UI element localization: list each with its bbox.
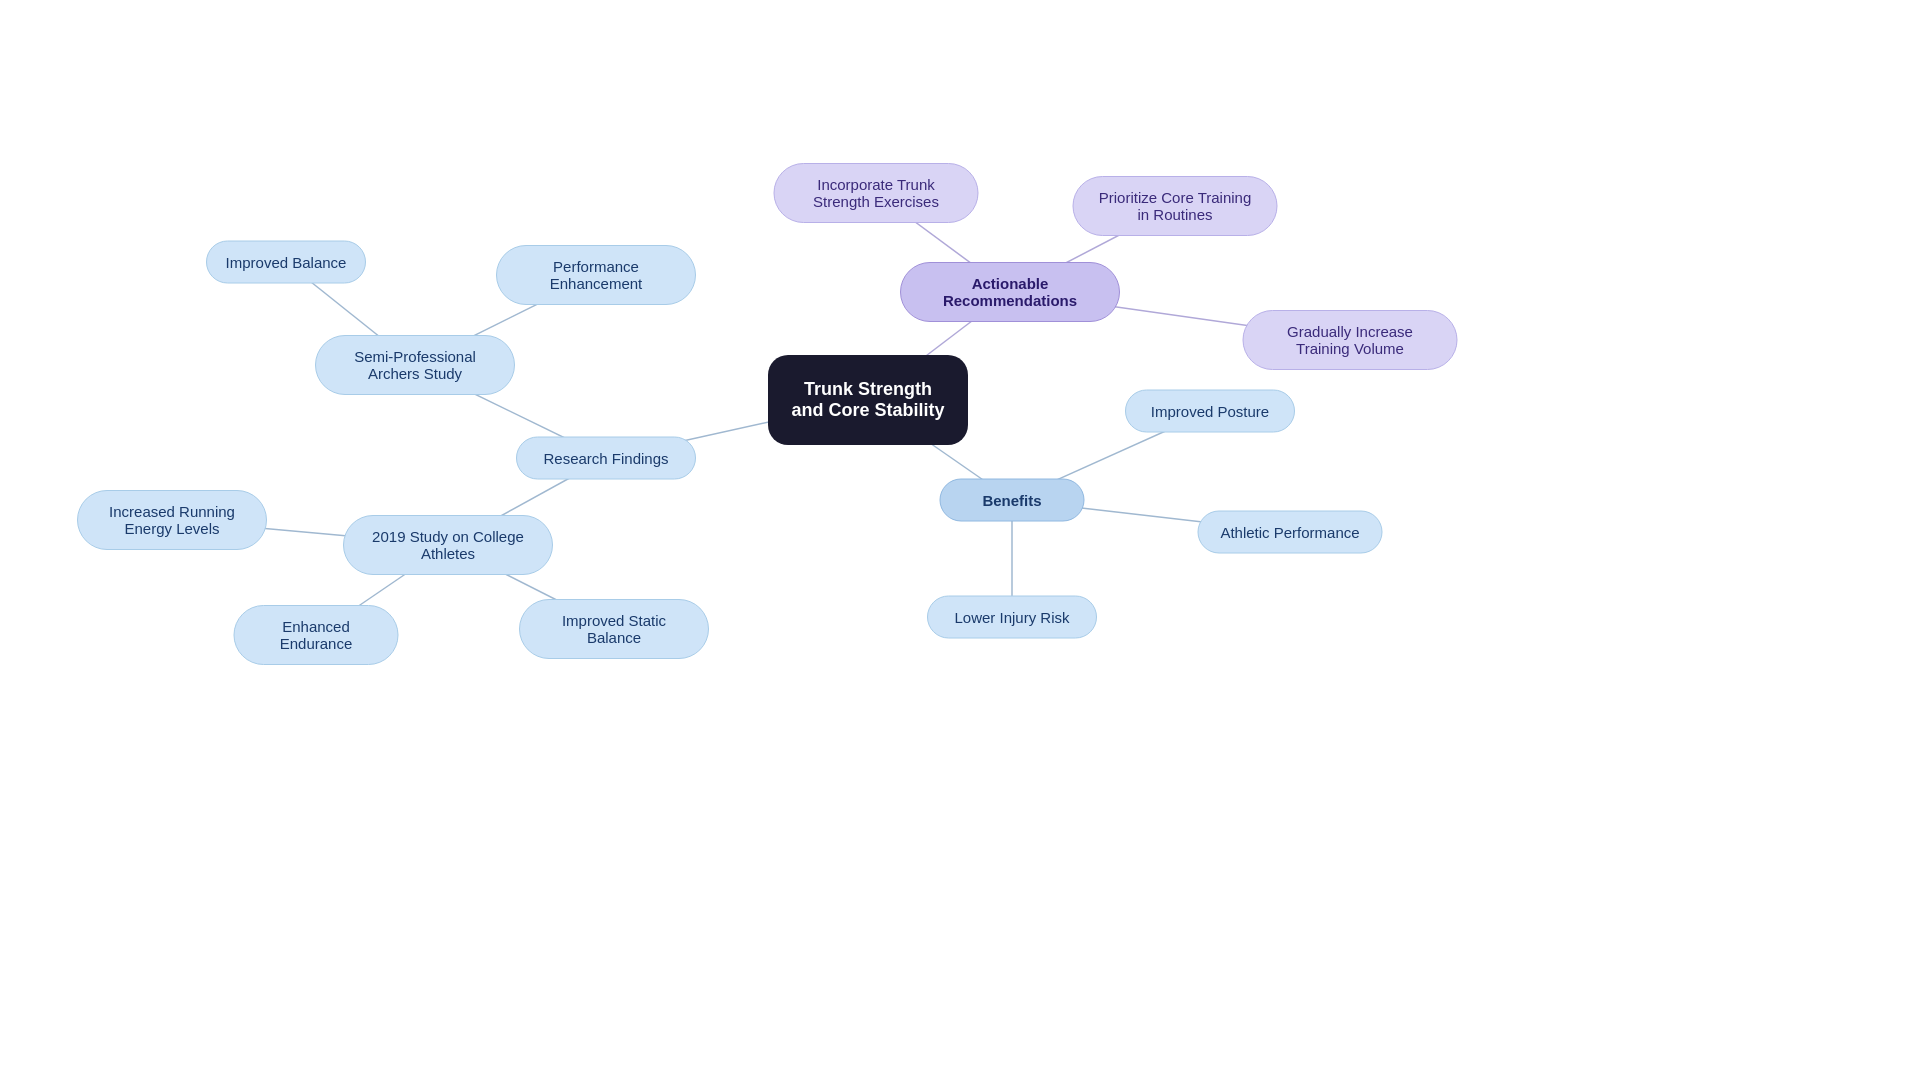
performance-enhancement-node: Performance Enhancement	[496, 245, 696, 305]
athletic-performance-node: Athletic Performance	[1198, 511, 1383, 554]
research-findings-node: Research Findings	[516, 437, 696, 480]
enhanced-endurance-node: Enhanced Endurance	[234, 605, 399, 665]
semi-pro-archers-node: Semi-Professional Archers Study	[315, 335, 515, 395]
improved-static-balance-node: Improved Static Balance	[519, 599, 709, 659]
improved-balance-node: Improved Balance	[206, 241, 366, 284]
lower-injury-risk-node: Lower Injury Risk	[927, 596, 1097, 639]
incorporate-trunk-node: Incorporate Trunk Strength Exercises	[774, 163, 979, 223]
gradually-increase-node: Gradually Increase Training Volume	[1243, 310, 1458, 370]
prioritize-core-node: Prioritize Core Training in Routines	[1073, 176, 1278, 236]
connections-svg	[0, 0, 1920, 1083]
benefits-node: Benefits	[940, 479, 1085, 522]
center-node: Trunk Strength and Core Stability	[768, 355, 968, 445]
increased-running-node: Increased Running Energy Levels	[77, 490, 267, 550]
improved-posture-node: Improved Posture	[1125, 390, 1295, 433]
college-athletes-node: 2019 Study on College Athletes	[343, 515, 553, 575]
actionable-recommendations-node: Actionable Recommendations	[900, 262, 1120, 322]
